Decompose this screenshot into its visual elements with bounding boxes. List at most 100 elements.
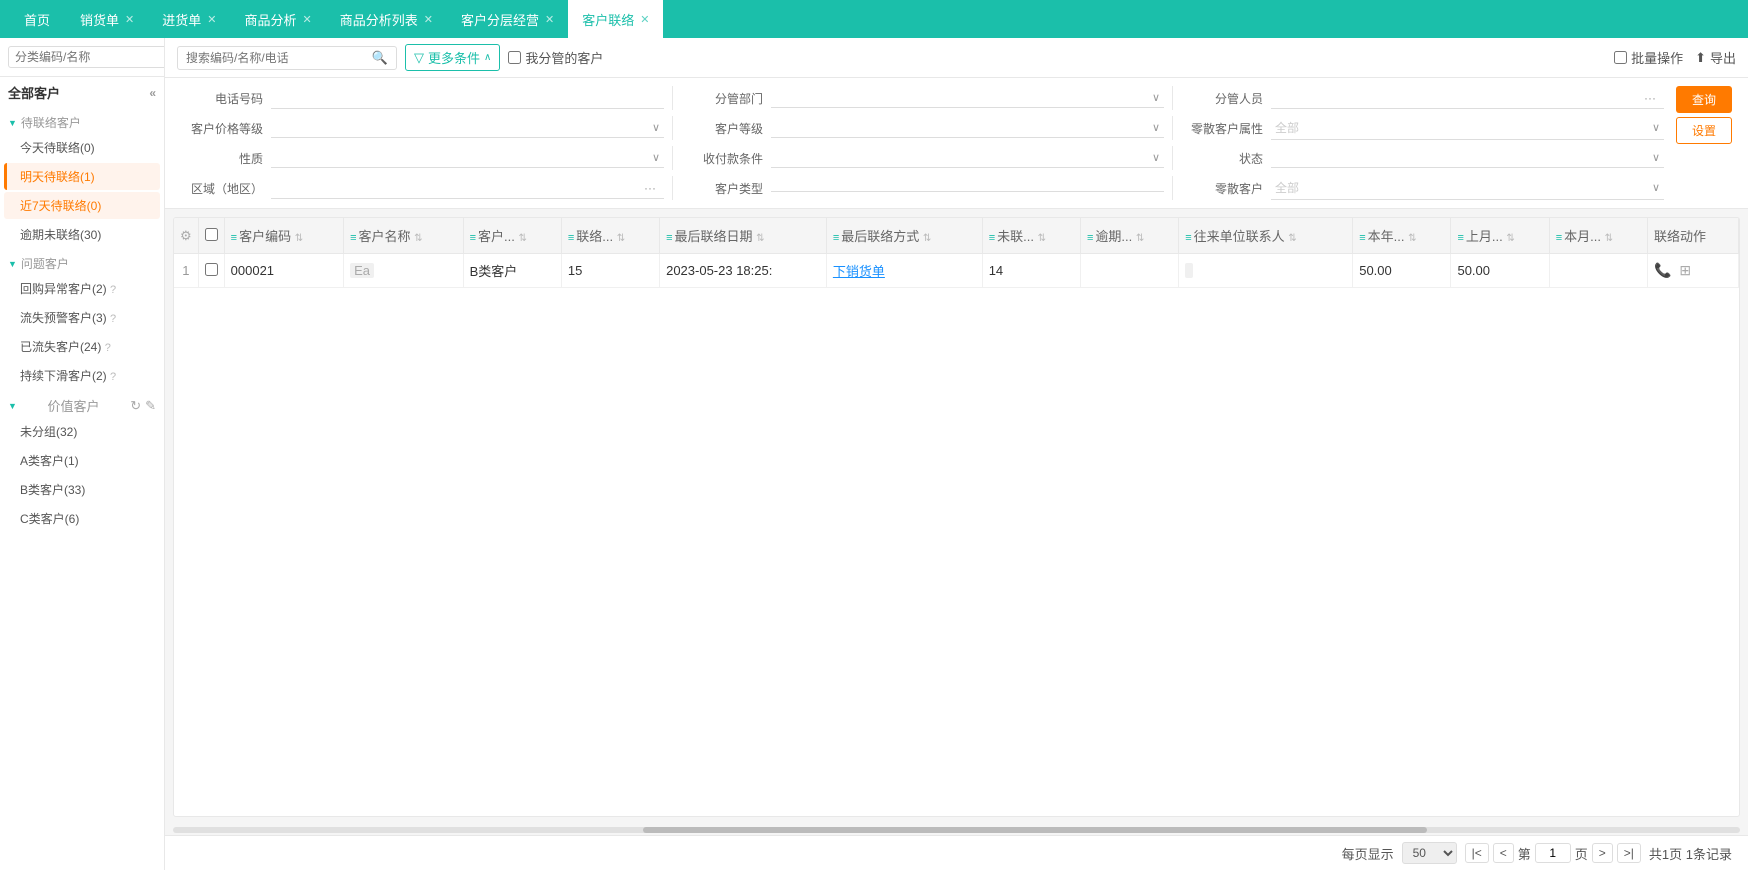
col-contact-count: ≡联络... ⇅ [561, 218, 659, 254]
row-no-contact: 14 [982, 254, 1080, 288]
prev-page-button[interactable]: < [1493, 843, 1514, 863]
col-actions: 联络动作 [1647, 218, 1738, 254]
filter-row-2: 客户价格等级 ∨ 客户等级 ∨ [181, 116, 1664, 140]
action-icons: 📞 ⊞ [1654, 262, 1732, 279]
refresh-icon[interactable]: ↻ [130, 398, 141, 414]
row-type: B类客户 [463, 254, 561, 288]
batch-ops-check[interactable] [1614, 51, 1627, 64]
close-icon[interactable]: ✕ [545, 13, 554, 26]
sidebar-group-problem: 问题客户 [0, 249, 164, 274]
sidebar-item-overdue-contact[interactable]: 逾期未联络(30) [4, 221, 160, 248]
filter-divider-6 [1172, 146, 1173, 170]
filter-cell-retail-customer: 零散客户 全部 ∨ [1181, 176, 1664, 200]
sidebar-item-type-b[interactable]: B类客户(33) [4, 476, 160, 503]
sidebar-all-customers[interactable]: 全部客户 « [0, 77, 164, 108]
row-last-month: 50.00 [1451, 254, 1549, 288]
pagination: 每页显示 50 20 100 |< < 第 页 > >| 共1页 1条记录 [165, 835, 1748, 870]
close-icon[interactable]: ✕ [424, 13, 433, 26]
action-phone-icon[interactable]: 📞 [1654, 262, 1671, 279]
col-code: ≡客户编码 ⇅ [224, 218, 343, 254]
close-icon[interactable]: ✕ [303, 13, 312, 26]
scrollbar-thumb[interactable] [643, 827, 1427, 833]
first-page-button[interactable]: |< [1465, 843, 1489, 863]
col-this-month: ≡本月... ⇅ [1549, 218, 1647, 254]
close-icon[interactable]: ✕ [125, 13, 134, 26]
row-select-checkbox[interactable] [205, 263, 218, 276]
content-area: 🔍 ▽ 更多条件 ∧ 我分管的客户 批量操作 ⬆ 导出 [165, 38, 1748, 870]
filter-select-retail-attr[interactable]: 全部 ∨ [1271, 116, 1664, 140]
filter-select-dept[interactable]: ∨ [771, 88, 1164, 108]
settings-button[interactable]: 设置 [1676, 117, 1732, 144]
more-filters-button[interactable]: ▽ 更多条件 ∧ [405, 44, 500, 71]
nav-purchase[interactable]: 进货单 ✕ [148, 0, 230, 38]
collapse-icon: « [149, 86, 156, 100]
sidebar-item-ungrouped[interactable]: 未分组(32) [4, 418, 160, 445]
filter-label-person: 分管人员 [1181, 90, 1271, 107]
chevron-down-icon: ∨ [1152, 91, 1160, 104]
last-contact-method-link[interactable]: 下销货单 [833, 264, 885, 279]
sidebar-item-churned[interactable]: 已流失客户(24) ? [4, 333, 160, 360]
filter-select-payment[interactable]: ∨ [771, 148, 1164, 168]
page-label: 第 [1518, 844, 1531, 863]
nav-sales[interactable]: 销货单 ✕ [66, 0, 148, 38]
sidebar-item-declining[interactable]: 持续下滑客户(2) ? [4, 362, 160, 389]
nav-product-list[interactable]: 商品分析列表 ✕ [326, 0, 447, 38]
main-layout: 🔍 全部客户 « 待联络客户 今天待联络(0) 明天待联络(1) 近7天待联络(… [0, 38, 1748, 870]
export-button[interactable]: ⬆ 导出 [1695, 48, 1736, 67]
filter-panel: 电话号码 分管部门 ∨ [165, 78, 1748, 209]
toolbar-search-input[interactable] [186, 51, 366, 65]
chevron-up-icon: ∧ [484, 52, 491, 63]
sidebar-item-today-contact[interactable]: 今天待联络(0) [4, 134, 160, 161]
filter-label-retail-customer: 零散客户 [1181, 180, 1271, 197]
toolbar-search-icon[interactable]: 🔍 [372, 50, 388, 66]
customer-table: ⚙ ≡客户编码 ⇅ ≡客户名称 ⇅ ≡客户... ⇅ ≡联络... ⇅ ≡最后联… [174, 218, 1739, 288]
edit-icon[interactable]: ✎ [145, 398, 156, 414]
row-checkbox [198, 254, 224, 288]
last-page-button[interactable]: >| [1617, 843, 1641, 863]
page-input[interactable] [1535, 843, 1571, 863]
horizontal-scrollbar[interactable] [165, 825, 1748, 835]
sidebar-item-type-a[interactable]: A类客户(1) [4, 447, 160, 474]
action-grid-icon[interactable]: ⊞ [1679, 262, 1691, 279]
filter-select-person[interactable]: ··· [1271, 88, 1664, 109]
nav-product-analysis[interactable]: 商品分析 ✕ [230, 0, 325, 38]
filter-label-nature: 性质 [181, 150, 271, 167]
nav-home[interactable]: 首页 [8, 0, 66, 38]
filter-select-price-level[interactable]: ∨ [271, 118, 664, 138]
col-overdue: ≡逾期... ⇅ [1080, 218, 1178, 254]
filter-divider-1 [672, 86, 673, 110]
filter-row-1: 电话号码 分管部门 ∨ [181, 86, 1664, 110]
dots-icon: ··· [1640, 91, 1660, 105]
filter-label-dept: 分管部门 [681, 90, 771, 107]
filter-select-status[interactable]: ∨ [1271, 148, 1664, 168]
nav-customer-contact[interactable]: 客户联络 ✕ [568, 0, 663, 38]
my-customers-check-input[interactable] [508, 51, 521, 64]
my-customers-checkbox[interactable]: 我分管的客户 [508, 48, 603, 67]
filter-input-phone[interactable] [271, 88, 664, 109]
sidebar-item-rebuy-abnormal[interactable]: 回购异常客户(2) ? [4, 275, 160, 302]
col-settings[interactable]: ⚙ [174, 218, 198, 254]
next-page-button[interactable]: > [1592, 843, 1613, 863]
query-button[interactable]: 查询 [1676, 86, 1732, 113]
col-no-contact: ≡未联... ⇅ [982, 218, 1080, 254]
close-icon[interactable]: ✕ [207, 13, 216, 26]
row-num: 1 [174, 254, 198, 288]
per-page-select[interactable]: 50 20 100 [1402, 842, 1457, 864]
filter-label-retail-attr: 零散客户属性 [1181, 120, 1271, 137]
filter-select-nature[interactable]: ∨ [271, 148, 664, 168]
sidebar-item-churn-warning[interactable]: 流失预警客户(3) ? [4, 304, 160, 331]
select-all-checkbox[interactable] [205, 228, 218, 241]
sidebar-item-tomorrow-contact[interactable]: 明天待联络(1) [4, 163, 160, 190]
filter-select-customer-type[interactable] [771, 185, 1164, 192]
sidebar-item-week-contact[interactable]: 近7天待联络(0) [4, 192, 160, 219]
filter-select-retail-customer[interactable]: 全部 ∨ [1271, 176, 1664, 200]
filter-cell-payment: 收付款条件 ∨ [681, 148, 1164, 168]
filter-select-customer-level[interactable]: ∨ [771, 118, 1164, 138]
filter-select-region[interactable]: ··· [271, 178, 664, 199]
sidebar-search-input[interactable] [8, 46, 165, 68]
sidebar-item-type-c[interactable]: C类客户(6) [4, 505, 160, 532]
nav-customer-tier[interactable]: 客户分层经营 ✕ [447, 0, 568, 38]
batch-ops-button[interactable]: 批量操作 [1614, 48, 1683, 67]
filter-cell-phone: 电话号码 [181, 88, 664, 109]
close-icon[interactable]: ✕ [640, 13, 649, 26]
